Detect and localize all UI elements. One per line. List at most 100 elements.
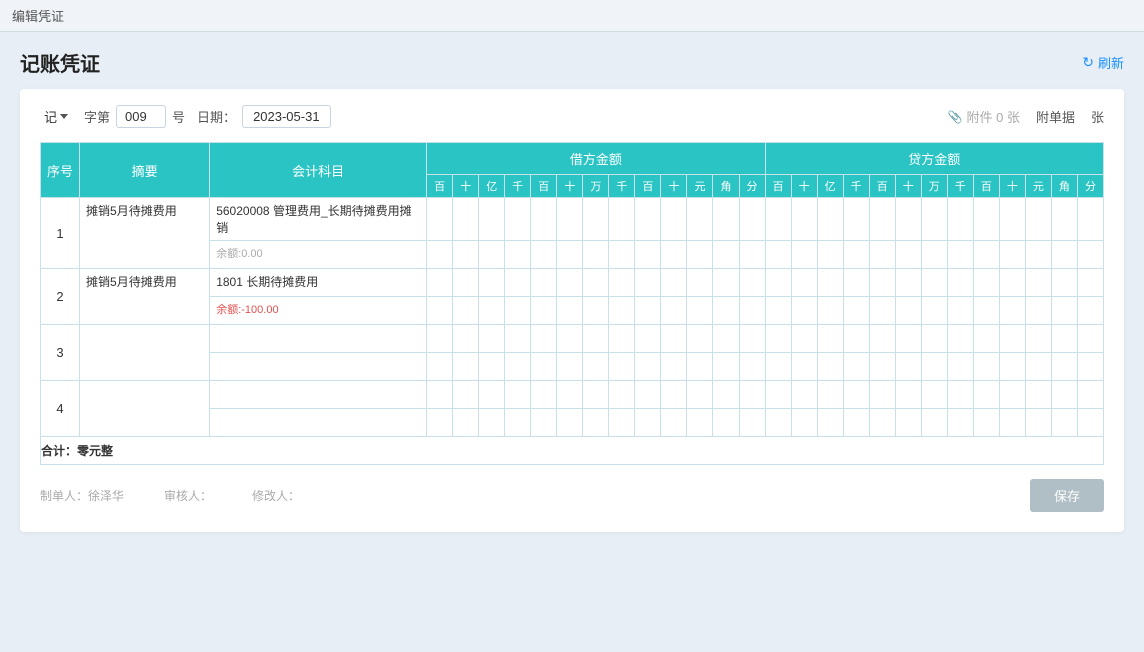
digit-cell-r4-d21[interactable] <box>973 381 999 409</box>
digit-cell-balance-r3-d12[interactable] <box>739 353 765 381</box>
digit-cell-balance-r1-d5[interactable] <box>557 241 583 269</box>
digit-cell-balance-r2-d8[interactable] <box>635 297 661 325</box>
digit-cell-balance-r2-d4[interactable] <box>531 297 557 325</box>
digit-cell-balance-r3-d25[interactable] <box>1077 353 1103 381</box>
digit-cell-balance-r3-d10[interactable] <box>687 353 713 381</box>
digit-cell-r2-d0[interactable] <box>427 269 453 297</box>
digit-cell-balance-r2-d24[interactable] <box>1051 297 1077 325</box>
digit-cell-r4-d19[interactable] <box>921 381 947 409</box>
digit-cell-balance-r3-d8[interactable] <box>635 353 661 381</box>
table-row[interactable]: 2摊销5月待摊费用1801 长期待摊费用 <box>41 269 1104 297</box>
digit-cell-r3-d2[interactable] <box>479 325 505 353</box>
digit-cell-r3-d16[interactable] <box>843 325 869 353</box>
digit-cell-r3-d12[interactable] <box>739 325 765 353</box>
digit-cell-r2-d6[interactable] <box>583 269 609 297</box>
digit-cell-balance-r2-d6[interactable] <box>583 297 609 325</box>
digit-cell-balance-r4-d10[interactable] <box>687 409 713 437</box>
digit-cell-r4-d22[interactable] <box>999 381 1025 409</box>
digit-cell-balance-r1-d14[interactable] <box>791 241 817 269</box>
digit-cell-balance-r2-d18[interactable] <box>895 297 921 325</box>
digit-cell-balance-r3-d22[interactable] <box>999 353 1025 381</box>
digit-cell-r2-d8[interactable] <box>635 269 661 297</box>
digit-cell-r4-d9[interactable] <box>661 381 687 409</box>
digit-cell-balance-r3-d5[interactable] <box>557 353 583 381</box>
digit-cell-r3-d25[interactable] <box>1077 325 1103 353</box>
digit-cell-r3-d21[interactable] <box>973 325 999 353</box>
digit-cell-r1-d3[interactable] <box>505 198 531 241</box>
digit-cell-r1-d15[interactable] <box>817 198 843 241</box>
digit-cell-r4-d2[interactable] <box>479 381 505 409</box>
digit-cell-balance-r4-d4[interactable] <box>531 409 557 437</box>
digit-cell-balance-r4-d8[interactable] <box>635 409 661 437</box>
digit-cell-balance-r1-d23[interactable] <box>1025 241 1051 269</box>
digit-cell-r4-d17[interactable] <box>869 381 895 409</box>
digit-cell-balance-r4-d15[interactable] <box>817 409 843 437</box>
digit-cell-r4-d7[interactable] <box>609 381 635 409</box>
digit-cell-r2-d23[interactable] <box>1025 269 1051 297</box>
digit-cell-r1-d14[interactable] <box>791 198 817 241</box>
digit-cell-r4-d8[interactable] <box>635 381 661 409</box>
digit-cell-r1-d19[interactable] <box>921 198 947 241</box>
digit-cell-balance-r4-d22[interactable] <box>999 409 1025 437</box>
digit-cell-r4-d14[interactable] <box>791 381 817 409</box>
digit-cell-balance-r3-d1[interactable] <box>453 353 479 381</box>
summary-cell-2[interactable]: 摊销5月待摊费用 <box>80 269 210 325</box>
digit-cell-r2-d4[interactable] <box>531 269 557 297</box>
digit-cell-balance-r1-d18[interactable] <box>895 241 921 269</box>
digit-cell-balance-r1-d15[interactable] <box>817 241 843 269</box>
digit-cell-r2-d11[interactable] <box>713 269 739 297</box>
fudan-link[interactable]: 附单据 <box>1036 107 1075 126</box>
digit-cell-balance-r1-d17[interactable] <box>869 241 895 269</box>
digit-cell-r4-d24[interactable] <box>1051 381 1077 409</box>
digit-cell-balance-r2-d3[interactable] <box>505 297 531 325</box>
table-row[interactable]: 3 <box>41 325 1104 353</box>
digit-cell-r2-d13[interactable] <box>765 269 791 297</box>
digit-cell-r3-d4[interactable] <box>531 325 557 353</box>
date-field[interactable]: 2023-05-31 <box>242 105 331 128</box>
digit-cell-balance-r4-d5[interactable] <box>557 409 583 437</box>
digit-cell-r1-d2[interactable] <box>479 198 505 241</box>
digit-cell-r4-d18[interactable] <box>895 381 921 409</box>
digit-cell-balance-r4-d25[interactable] <box>1077 409 1103 437</box>
number-field[interactable]: 009 <box>116 105 166 128</box>
digit-cell-balance-r4-d6[interactable] <box>583 409 609 437</box>
digit-cell-r3-d9[interactable] <box>661 325 687 353</box>
digit-cell-balance-r3-d13[interactable] <box>765 353 791 381</box>
digit-cell-r3-d19[interactable] <box>921 325 947 353</box>
digit-cell-r2-d20[interactable] <box>947 269 973 297</box>
digit-cell-r1-d8[interactable] <box>635 198 661 241</box>
digit-cell-balance-r1-d0[interactable] <box>427 241 453 269</box>
digit-cell-r2-d9[interactable] <box>661 269 687 297</box>
digit-cell-balance-r1-d8[interactable] <box>635 241 661 269</box>
digit-cell-balance-r2-d17[interactable] <box>869 297 895 325</box>
digit-cell-balance-r2-d20[interactable] <box>947 297 973 325</box>
digit-cell-r2-d24[interactable] <box>1051 269 1077 297</box>
digit-cell-r2-d25[interactable] <box>1077 269 1103 297</box>
digit-cell-r4-d16[interactable] <box>843 381 869 409</box>
digit-cell-r2-d12[interactable] <box>739 269 765 297</box>
attachment-link[interactable]: 📎 附件 0 张 <box>948 107 1020 126</box>
digit-cell-r1-d25[interactable] <box>1077 198 1103 241</box>
digit-cell-r3-d15[interactable] <box>817 325 843 353</box>
digit-cell-balance-r1-d19[interactable] <box>921 241 947 269</box>
digit-cell-r1-d24[interactable] <box>1051 198 1077 241</box>
digit-cell-r1-d5[interactable] <box>557 198 583 241</box>
digit-cell-balance-r1-d25[interactable] <box>1077 241 1103 269</box>
digit-cell-r1-d13[interactable] <box>765 198 791 241</box>
digit-cell-r4-d1[interactable] <box>453 381 479 409</box>
digit-cell-balance-r4-d20[interactable] <box>947 409 973 437</box>
account-cell-4[interactable] <box>210 381 427 409</box>
digit-cell-balance-r1-d2[interactable] <box>479 241 505 269</box>
digit-cell-r3-d17[interactable] <box>869 325 895 353</box>
digit-cell-balance-r2-d14[interactable] <box>791 297 817 325</box>
digit-cell-balance-r1-d24[interactable] <box>1051 241 1077 269</box>
digit-cell-r1-d6[interactable] <box>583 198 609 241</box>
digit-cell-balance-r3-d3[interactable] <box>505 353 531 381</box>
digit-cell-balance-r2-d21[interactable] <box>973 297 999 325</box>
digit-cell-balance-r3-d11[interactable] <box>713 353 739 381</box>
digit-cell-balance-r2-d10[interactable] <box>687 297 713 325</box>
digit-cell-balance-r2-d22[interactable] <box>999 297 1025 325</box>
digit-cell-balance-r2-d25[interactable] <box>1077 297 1103 325</box>
digit-cell-r1-d12[interactable] <box>739 198 765 241</box>
digit-cell-r4-d13[interactable] <box>765 381 791 409</box>
